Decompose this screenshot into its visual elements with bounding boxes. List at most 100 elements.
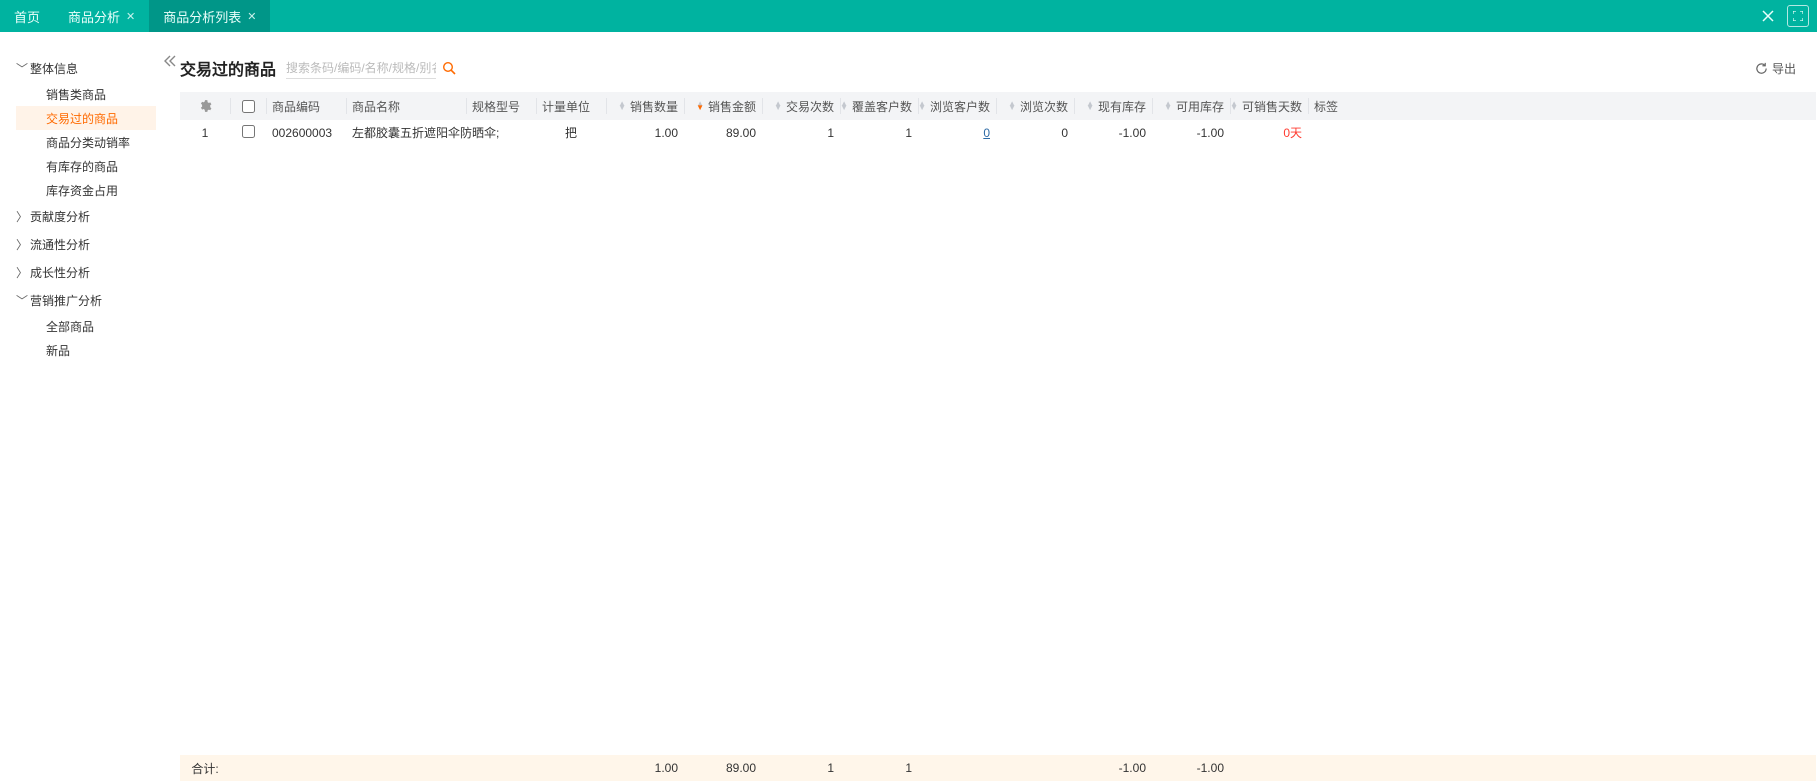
top-tab-bar: 首页 商品分析 ✕ 商品分析列表 ✕: [0, 0, 1817, 32]
sidebar-group-circulation[interactable]: 〉 流通性分析: [16, 230, 160, 258]
table-row[interactable]: 1 002600003 左都胶囊五折遮阳伞防晒伞; 把 1.00 89.00 1…: [180, 120, 1816, 146]
col-browse-count-label: 浏览次数: [1020, 98, 1068, 115]
col-stock-now-label: 现有库存: [1098, 98, 1146, 115]
cell-name: 左都胶囊五折遮阳伞防晒伞;: [346, 120, 466, 146]
col-name[interactable]: 商品名称: [346, 92, 466, 120]
sort-icon: ▲▼: [1008, 102, 1016, 110]
tab-product-analysis[interactable]: 商品分析 ✕: [54, 0, 149, 32]
col-browse-customers[interactable]: ▲▼ 浏览客户数: [918, 92, 996, 120]
sidebar-item-label: 商品分类动销率: [46, 134, 130, 151]
cell-tags: [1308, 120, 1816, 146]
close-all-tabs-button[interactable]: [1757, 5, 1779, 27]
col-cover-customers-label: 覆盖客户数: [852, 98, 912, 115]
sidebar-item-category-sellthrough[interactable]: 商品分类动销率: [16, 130, 156, 154]
search-wrap: [286, 57, 476, 79]
col-tags-label: 标签: [1314, 98, 1338, 115]
sidebar-group-marketing[interactable]: ﹀ 营销推广分析: [16, 286, 160, 314]
sort-icon: ▲▼: [618, 102, 626, 110]
sort-icon: ▲▼: [918, 102, 926, 110]
row-checkbox-cell: [230, 120, 266, 146]
page-title: 交易过的商品: [180, 56, 276, 80]
row-index: 1: [180, 120, 230, 146]
sidebar-item-in-stock-products[interactable]: 有库存的商品: [16, 154, 156, 178]
search-button[interactable]: [438, 61, 460, 75]
sidebar-item-stock-capital[interactable]: 库存资金占用: [16, 178, 156, 202]
sort-icon: ▲▼: [774, 102, 782, 110]
refresh-export-icon: [1755, 62, 1768, 75]
tab-home[interactable]: 首页: [0, 0, 54, 32]
fullscreen-button[interactable]: [1787, 5, 1809, 27]
col-stock-avail[interactable]: ▲▼可用库存: [1152, 92, 1230, 120]
summary-sales-qty: 1.00: [606, 761, 684, 775]
data-table: 商品编码 商品名称 规格型号 计量单位 ▲▼销售数量 ▲▼ 销售金额 ▲▼交易次数…: [180, 92, 1816, 147]
search-icon: [442, 61, 456, 75]
close-icon[interactable]: ✕: [126, 10, 135, 23]
sidebar-item-label: 销售类商品: [46, 86, 106, 103]
sidebar-item-sales-products[interactable]: 销售类商品: [16, 82, 156, 106]
cell-unit: 把: [536, 120, 606, 146]
expand-icon: [1793, 11, 1803, 21]
col-name-label: 商品名称: [352, 98, 400, 115]
close-icon: [1762, 10, 1774, 22]
col-sales-amount[interactable]: ▲▼ 销售金额: [684, 92, 762, 120]
sidebar-item-new-products[interactable]: 新品: [16, 338, 156, 362]
col-sales-amount-label: 销售金额: [708, 98, 756, 115]
cell-sellable-days: 0天: [1230, 120, 1308, 146]
top-right-controls: [1757, 0, 1817, 32]
col-tags[interactable]: 标签: [1308, 92, 1816, 120]
sidebar-group-overall-label: 整体信息: [30, 60, 78, 77]
col-browse-customers-label: 浏览客户数: [930, 98, 990, 115]
main-shell: ﹀ 整体信息 销售类商品 交易过的商品 商品分类动销率 有库存的商品 库存资金占…: [10, 32, 1816, 781]
gear-icon: [198, 99, 212, 113]
summary-stock-avail: -1.00: [1152, 761, 1230, 775]
col-trade-count[interactable]: ▲▼交易次数: [762, 92, 840, 120]
col-stock-now[interactable]: ▲▼ 现有库存: [1074, 92, 1152, 120]
col-gear[interactable]: [180, 92, 230, 120]
col-cover-customers[interactable]: ▲▼覆盖客户数: [840, 92, 918, 120]
col-sellable-days[interactable]: ▲▼可销售天数: [1230, 92, 1308, 120]
sort-icon: ▲▼: [1086, 102, 1094, 110]
export-button[interactable]: 导出: [1755, 60, 1796, 77]
col-spec-label: 规格型号: [472, 98, 520, 115]
cell-stock-now: -1.00: [1074, 120, 1152, 146]
col-code-label: 商品编码: [272, 98, 320, 115]
col-code[interactable]: 商品编码: [266, 92, 346, 120]
sidebar-group-overall[interactable]: ﹀ 整体信息: [16, 54, 160, 82]
sidebar-item-traded-products[interactable]: 交易过的商品: [16, 106, 156, 130]
col-spec[interactable]: 规格型号: [466, 92, 536, 120]
cell-stock-avail: -1.00: [1152, 120, 1230, 146]
sort-icon: ▲▼: [696, 102, 704, 110]
row-checkbox[interactable]: [242, 125, 255, 138]
sidebar-item-all-products[interactable]: 全部商品: [16, 314, 156, 338]
summary-cover-customers: 1: [840, 761, 918, 775]
tab-product-analysis-list[interactable]: 商品分析列表 ✕: [149, 0, 270, 32]
chevron-right-icon: 〉: [16, 236, 26, 253]
select-all-checkbox[interactable]: [242, 100, 255, 113]
col-checkbox[interactable]: [230, 92, 266, 120]
sidebar-group-contribution-label: 贡献度分析: [30, 208, 90, 225]
cell-browse-count: 0: [996, 120, 1074, 146]
cell-browse-customers[interactable]: 0: [918, 120, 996, 146]
col-sellable-days-label: 可销售天数: [1242, 98, 1302, 115]
sidebar-collapse-handle[interactable]: [160, 54, 180, 781]
summary-row: 合计: 1.00 89.00 1 1 -1.00 -1.00: [180, 755, 1816, 781]
table-header-row: 商品编码 商品名称 规格型号 计量单位 ▲▼销售数量 ▲▼ 销售金额 ▲▼交易次数…: [180, 92, 1816, 120]
col-stock-avail-label: 可用库存: [1176, 98, 1224, 115]
col-browse-count[interactable]: ▲▼ 浏览次数: [996, 92, 1074, 120]
sidebar-item-label: 新品: [46, 342, 70, 359]
sidebar-group-growth[interactable]: 〉 成长性分析: [16, 258, 160, 286]
col-unit[interactable]: 计量单位: [536, 92, 606, 120]
col-sales-qty[interactable]: ▲▼销售数量: [606, 92, 684, 120]
search-input[interactable]: [286, 57, 436, 79]
content-area: 交易过的商品 导出: [180, 54, 1816, 781]
cell-trade-count: 1: [762, 120, 840, 146]
tab-product-analysis-label: 商品分析: [68, 7, 120, 26]
cell-code: 002600003: [266, 120, 346, 146]
cell-sales-qty: 1.00: [606, 120, 684, 146]
sidebar-group-contribution[interactable]: 〉 贡献度分析: [16, 202, 160, 230]
close-icon[interactable]: ✕: [247, 10, 256, 23]
sidebar-group-growth-label: 成长性分析: [30, 264, 90, 281]
chevron-down-icon: ﹀: [16, 292, 26, 309]
summary-trade-count: 1: [762, 761, 840, 775]
sidebar: ﹀ 整体信息 销售类商品 交易过的商品 商品分类动销率 有库存的商品 库存资金占…: [10, 54, 160, 781]
